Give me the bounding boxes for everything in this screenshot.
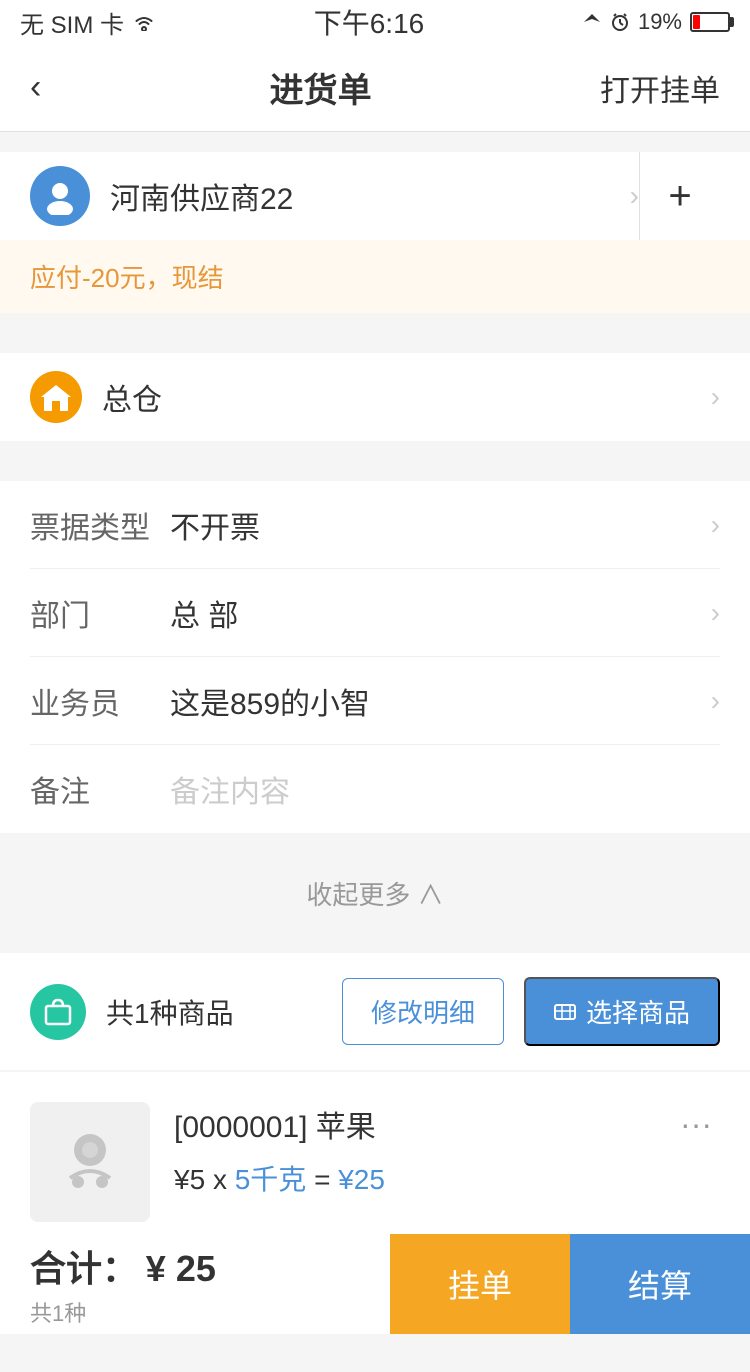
status-bar: 无 SIM 卡 下午6:16 19% [0, 0, 750, 44]
salesman-chevron-icon: › [711, 685, 720, 717]
invoice-chevron-icon: › [711, 509, 720, 541]
hang-single-label: 挂单 [448, 1261, 512, 1307]
checkout-label: 结算 [628, 1261, 692, 1307]
product-thumb-icon [50, 1122, 130, 1202]
invoice-type-value: 不开票 [170, 503, 711, 547]
add-supplier-button[interactable]: + [640, 152, 720, 240]
product-name: [0000001] 苹果 [174, 1102, 648, 1146]
page-title: 进货单 [270, 63, 372, 112]
status-bar-left: 无 SIM 卡 [20, 5, 156, 40]
department-row[interactable]: 部门 总 部 › [30, 569, 720, 657]
edit-detail-button[interactable]: 修改明细 [342, 978, 504, 1045]
product-item: [0000001] 苹果 ¥5 x 5千克 = ¥25 ··· [0, 1072, 750, 1252]
invoice-type-label: 票据类型 [30, 503, 170, 547]
supplier-row[interactable]: 河南供应商22 › [30, 152, 640, 240]
gap-2 [0, 313, 750, 333]
product-equals: = [314, 1164, 338, 1195]
total-label: 合计： [30, 1248, 138, 1289]
warehouse-building-icon [41, 383, 71, 411]
battery-percent: 19% [638, 9, 682, 35]
remark-label: 备注 [30, 767, 170, 811]
product-info: [0000001] 苹果 ¥5 x 5千克 = ¥25 [174, 1102, 648, 1198]
department-chevron-icon: › [711, 597, 720, 629]
product-multiply: x [213, 1164, 235, 1195]
battery-icon [690, 12, 730, 32]
total-value: ¥ 25 [146, 1248, 216, 1289]
collapse-more-button[interactable]: 收起更多 ∧ [0, 853, 750, 933]
product-count-icon [30, 984, 86, 1040]
product-unit-price: ¥5 [174, 1164, 205, 1195]
gap-1 [0, 132, 750, 152]
carrier-text: 无 SIM 卡 [20, 5, 124, 40]
salesman-label: 业务员 [30, 679, 170, 723]
product-quantity: 5千克 [235, 1164, 307, 1195]
supplier-chevron-icon: › [630, 180, 639, 212]
remark-placeholder: 备注内容 [170, 767, 720, 811]
notice-banner: 应付-20元，现结 [0, 240, 750, 313]
remark-row[interactable]: 备注 备注内容 [30, 745, 720, 833]
product-total: ¥25 [338, 1164, 385, 1195]
location-icon [582, 12, 602, 32]
back-button[interactable]: ‹ [30, 68, 41, 107]
invoice-type-row[interactable]: 票据类型 不开票 › [30, 481, 720, 569]
status-bar-time: 下午6:16 [314, 2, 425, 42]
product-more-button[interactable]: ··· [672, 1102, 720, 1147]
supplier-section: 河南供应商22 › + [0, 152, 750, 240]
product-thumbnail [30, 1102, 150, 1222]
bottom-bar: 合计： ¥ 25 共1种 挂单 结算 [0, 1234, 750, 1334]
cart-icon [554, 1001, 578, 1023]
department-value: 总 部 [170, 591, 711, 635]
form-section: 票据类型 不开票 › 部门 总 部 › 业务员 这是859的小智 › 备注 备注… [0, 481, 750, 833]
wifi-icon [132, 13, 156, 31]
hang-single-button[interactable]: 挂单 [390, 1234, 570, 1334]
supplier-name: 河南供应商22 [110, 174, 620, 218]
product-price: ¥5 x 5千克 = ¥25 [174, 1158, 648, 1198]
warehouse-chevron-icon: › [711, 381, 720, 413]
department-label: 部门 [30, 591, 170, 635]
select-product-label: 选择商品 [586, 993, 690, 1030]
warehouse-icon [30, 371, 82, 423]
status-bar-right: 19% [582, 9, 730, 35]
total-count: 共1种 [30, 1296, 360, 1328]
warehouse-section: 总仓 › [0, 353, 750, 441]
product-header: 共1种商品 修改明细 选择商品 [0, 953, 750, 1070]
gap-3 [0, 441, 750, 461]
supplier-avatar [30, 166, 90, 226]
checkout-button[interactable]: 结算 [570, 1234, 750, 1334]
warehouse-row[interactable]: 总仓 › [30, 353, 720, 441]
total-amount: 合计： ¥ 25 [30, 1240, 360, 1292]
notice-text: 应付-20元，现结 [30, 263, 224, 293]
shopping-bag-icon [42, 996, 74, 1028]
nav-bar: ‹ 进货单 打开挂单 [0, 44, 750, 132]
open-hangsingle-button[interactable]: 打开挂单 [600, 66, 720, 110]
person-icon [41, 177, 79, 215]
warehouse-name: 总仓 [102, 375, 711, 419]
salesman-value: 这是859的小智 [170, 679, 711, 723]
collapse-label: 收起更多 ∧ [306, 875, 443, 912]
bottom-total: 合计： ¥ 25 共1种 [0, 1234, 390, 1334]
salesman-row[interactable]: 业务员 这是859的小智 › [30, 657, 720, 745]
alarm-icon [610, 12, 630, 32]
product-count-label: 共1种商品 [106, 992, 322, 1032]
select-product-button[interactable]: 选择商品 [524, 977, 720, 1046]
